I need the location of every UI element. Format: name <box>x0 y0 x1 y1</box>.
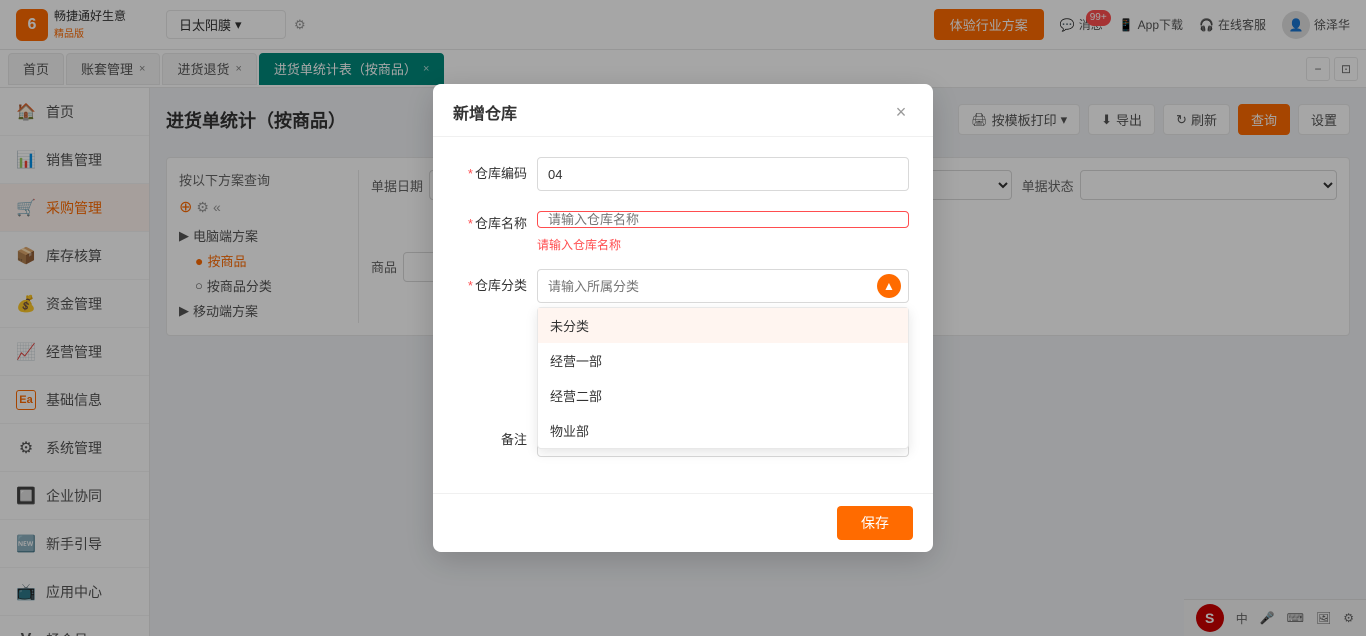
category-option-ops2[interactable]: 经营二部 <box>538 378 908 413</box>
name-input[interactable] <box>537 211 909 228</box>
category-label: 仓库分类 <box>457 269 537 294</box>
name-form-row: 仓库名称 请输入仓库名称 <box>457 207 909 253</box>
name-input-wrapper <box>537 211 909 228</box>
modal-title: 新增仓库 <box>453 100 517 124</box>
modal-footer: 保存 <box>433 493 933 552</box>
new-warehouse-modal: 新增仓库 × 仓库编码 仓库名称 请输入仓库名称 <box>433 84 933 552</box>
code-form-row: 仓库编码 <box>457 157 909 191</box>
modal-header: 新增仓库 × <box>433 84 933 137</box>
category-form-row: 仓库分类 ▲ 未分类 经营一部 经营二部 物业部 <box>457 269 909 303</box>
category-option-uncategorized[interactable]: 未分类 <box>538 308 908 343</box>
category-input[interactable] <box>537 269 909 303</box>
modal-body: 仓库编码 仓库名称 请输入仓库名称 仓库分类 <box>433 137 933 493</box>
category-option-ops1[interactable]: 经营一部 <box>538 343 908 378</box>
code-input[interactable] <box>537 157 909 191</box>
save-button[interactable]: 保存 <box>837 506 913 540</box>
category-toggle-button[interactable]: ▲ <box>877 274 901 298</box>
modal-close-button[interactable]: × <box>889 100 913 124</box>
category-input-row: ▲ <box>537 269 909 303</box>
name-error-message: 请输入仓库名称 <box>537 236 621 253</box>
name-label: 仓库名称 <box>457 207 537 232</box>
category-dropdown: 未分类 经营一部 经营二部 物业部 <box>537 307 909 449</box>
modal-overlay: 新增仓库 × 仓库编码 仓库名称 请输入仓库名称 <box>0 0 1366 636</box>
code-label: 仓库编码 <box>457 157 537 182</box>
notes-label: 备注 <box>457 423 537 448</box>
category-option-property[interactable]: 物业部 <box>538 413 908 448</box>
